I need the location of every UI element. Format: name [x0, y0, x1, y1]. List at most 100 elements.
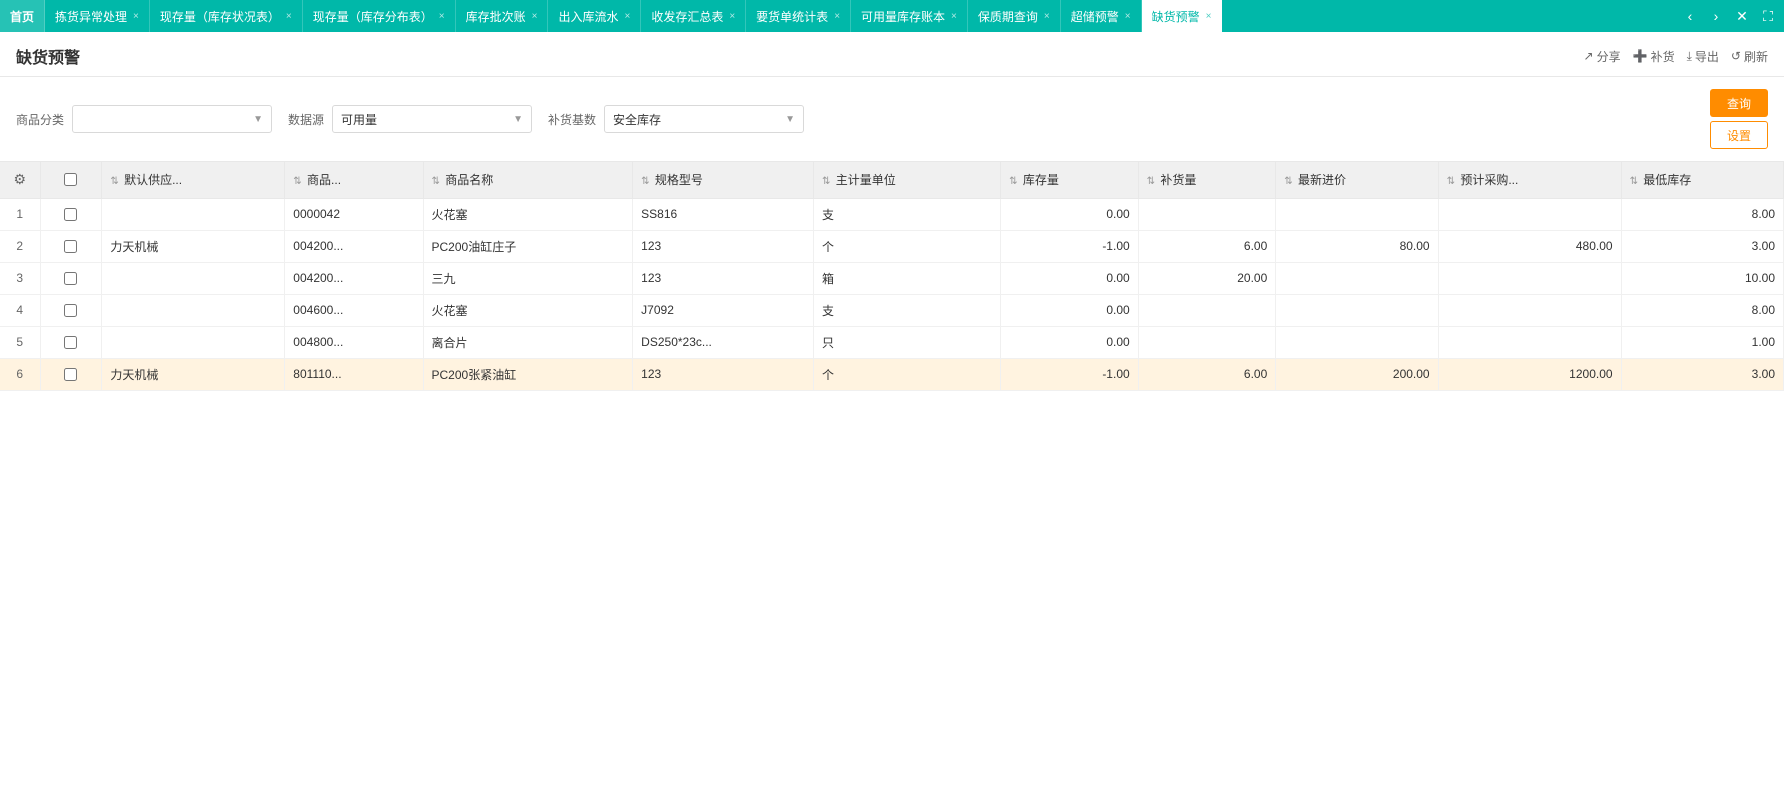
sort-icon: ⇅	[1009, 176, 1017, 187]
row-checkbox[interactable]	[64, 208, 77, 221]
col-settings: ⚙	[0, 162, 40, 198]
row-checkbox[interactable]	[64, 272, 77, 285]
row-default-supplier	[102, 294, 285, 326]
nav-tab-available-ledger[interactable]: 可用量库存账本 ×	[851, 0, 968, 32]
row-checkbox[interactable]	[64, 368, 77, 381]
row-latest-price	[1276, 326, 1438, 358]
close-tab-icon[interactable]: ×	[439, 11, 445, 22]
tab-label: 要货单统计表	[756, 8, 828, 25]
col-product-code[interactable]: ⇅ 商品...	[285, 162, 423, 198]
row-checkbox[interactable]	[64, 304, 77, 317]
sort-icon: ⇅	[1147, 176, 1155, 187]
row-spec: 123	[633, 230, 814, 262]
close-tab-icon[interactable]: ×	[1044, 11, 1050, 22]
row-checkbox[interactable]	[64, 336, 77, 349]
nav-tab-receipt-summary[interactable]: 收发存汇总表 ×	[641, 0, 746, 32]
share-button[interactable]: ↗ 分享	[1584, 48, 1621, 65]
table-row: 3 004200... 三九 123 箱 0.00 20.00 10.00	[0, 262, 1784, 294]
nav-tab-defect-process[interactable]: 拣货异常处理 ×	[45, 0, 150, 32]
row-default-supplier	[102, 262, 285, 294]
close-tab-icon[interactable]: ×	[951, 11, 957, 22]
row-checkbox[interactable]	[64, 240, 77, 253]
sort-icon: ⇅	[432, 176, 440, 187]
col-unit[interactable]: ⇅ 主计量单位	[814, 162, 1001, 198]
row-product-name: PC200油缸庄子	[423, 230, 633, 262]
close-tab-icon[interactable]: ×	[834, 11, 840, 22]
close-current-button[interactable]: ✕	[1730, 4, 1754, 28]
tab-label: 超储预警	[1071, 8, 1119, 25]
nav-tab-expiry-query[interactable]: 保质期查询 ×	[968, 0, 1061, 32]
col-min-stock[interactable]: ⇅ 最低库存	[1621, 162, 1783, 198]
col-product-name[interactable]: ⇅ 商品名称	[423, 162, 633, 198]
datasource-select[interactable]: 可用量 ▼	[332, 105, 532, 133]
row-stock-qty: 0.00	[1001, 262, 1139, 294]
close-tab-icon[interactable]: ×	[1206, 11, 1212, 22]
table-container: ⚙ ⇅ 默认供应... ⇅ 商品...	[0, 162, 1784, 391]
filter-bar: 商品分类 ▼ 数据源 可用量 ▼ 补货基数 安全库存 ▼ 查询 设置	[0, 77, 1784, 162]
replenish-base-value: 安全库存	[613, 111, 661, 128]
header-actions: ↗ 分享 ➕ 补货 ⤓ 导出 ↺ 刷新	[1584, 48, 1768, 65]
category-select[interactable]: ▼	[72, 105, 272, 133]
settings-button[interactable]: 设置	[1710, 121, 1768, 149]
sort-icon: ⇅	[1284, 176, 1292, 187]
col-spec[interactable]: ⇅ 规格型号	[633, 162, 814, 198]
close-tab-icon[interactable]: ×	[133, 11, 139, 22]
row-number: 2	[0, 230, 40, 262]
query-button[interactable]: 查询	[1710, 89, 1768, 117]
nav-tab-inventory-status[interactable]: 现存量（库存状况表） ×	[150, 0, 303, 32]
close-tab-icon[interactable]: ×	[624, 11, 630, 22]
tab-label: 可用量库存账本	[861, 8, 945, 25]
nav-tab-inout-flow[interactable]: 出入库流水 ×	[548, 0, 641, 32]
col-checkbox	[40, 162, 102, 198]
row-number: 6	[0, 358, 40, 390]
row-replenish-qty: 20.00	[1138, 262, 1276, 294]
col-est-purchase[interactable]: ⇅ 预计采购...	[1438, 162, 1621, 198]
nav-next-button[interactable]: ›	[1704, 4, 1728, 28]
row-min-stock: 10.00	[1621, 262, 1783, 294]
row-min-stock: 8.00	[1621, 294, 1783, 326]
row-product-code: 004200...	[285, 230, 423, 262]
col-default-supplier[interactable]: ⇅ 默认供应...	[102, 162, 285, 198]
table-body: 1 0000042 火花塞 SS816 支 0.00 8.00 2 力天机械 0…	[0, 198, 1784, 390]
datasource-label: 数据源	[288, 111, 324, 128]
col-replenish-qty[interactable]: ⇅ 补货量	[1138, 162, 1276, 198]
select-all-checkbox[interactable]	[64, 173, 77, 186]
nav-prev-button[interactable]: ‹	[1678, 4, 1702, 28]
row-product-name: 火花塞	[423, 198, 633, 230]
export-button[interactable]: ⤓ 导出	[1687, 48, 1719, 65]
table-header-row: ⚙ ⇅ 默认供应... ⇅ 商品...	[0, 162, 1784, 198]
row-min-stock: 8.00	[1621, 198, 1783, 230]
nav-tab-batch-account[interactable]: 库存批次账 ×	[456, 0, 549, 32]
row-checkbox-cell	[40, 358, 102, 390]
datasource-filter-group: 数据源 可用量 ▼	[288, 105, 532, 133]
row-spec: 123	[633, 262, 814, 294]
row-stock-qty: 0.00	[1001, 326, 1139, 358]
row-stock-qty: -1.00	[1001, 230, 1139, 262]
row-checkbox-cell	[40, 262, 102, 294]
datasource-value: 可用量	[341, 111, 377, 128]
row-number: 4	[0, 294, 40, 326]
col-stock-qty[interactable]: ⇅ 库存量	[1001, 162, 1139, 198]
page-title: 缺货预警	[16, 44, 80, 68]
col-latest-price[interactable]: ⇅ 最新进价	[1276, 162, 1438, 198]
sort-icon: ⇅	[293, 176, 301, 187]
replenish-button[interactable]: ➕ 补货	[1633, 48, 1675, 65]
nav-tab-inventory-dist[interactable]: 现存量（库存分布表） ×	[303, 0, 456, 32]
refresh-button[interactable]: ↺ 刷新	[1731, 48, 1768, 65]
close-all-button[interactable]: ⛶	[1756, 4, 1780, 28]
replenish-base-select[interactable]: 安全库存 ▼	[604, 105, 804, 133]
close-tab-icon[interactable]: ×	[729, 11, 735, 22]
data-table: ⚙ ⇅ 默认供应... ⇅ 商品...	[0, 162, 1784, 391]
close-tab-icon[interactable]: ×	[1125, 11, 1131, 22]
row-latest-price: 80.00	[1276, 230, 1438, 262]
gear-icon[interactable]: ⚙	[13, 171, 26, 188]
tab-label: 现存量（库存状况表）	[160, 8, 280, 25]
nav-tab-overstock[interactable]: 超储预警 ×	[1061, 0, 1142, 32]
sort-icon: ⇅	[641, 176, 649, 187]
nav-tab-shortage[interactable]: 缺货预警 ×	[1142, 0, 1223, 32]
close-tab-icon[interactable]: ×	[286, 11, 292, 22]
row-latest-price	[1276, 198, 1438, 230]
nav-tab-home[interactable]: 首页	[0, 0, 45, 32]
close-tab-icon[interactable]: ×	[532, 11, 538, 22]
nav-tab-demand-stats[interactable]: 要货单统计表 ×	[746, 0, 851, 32]
